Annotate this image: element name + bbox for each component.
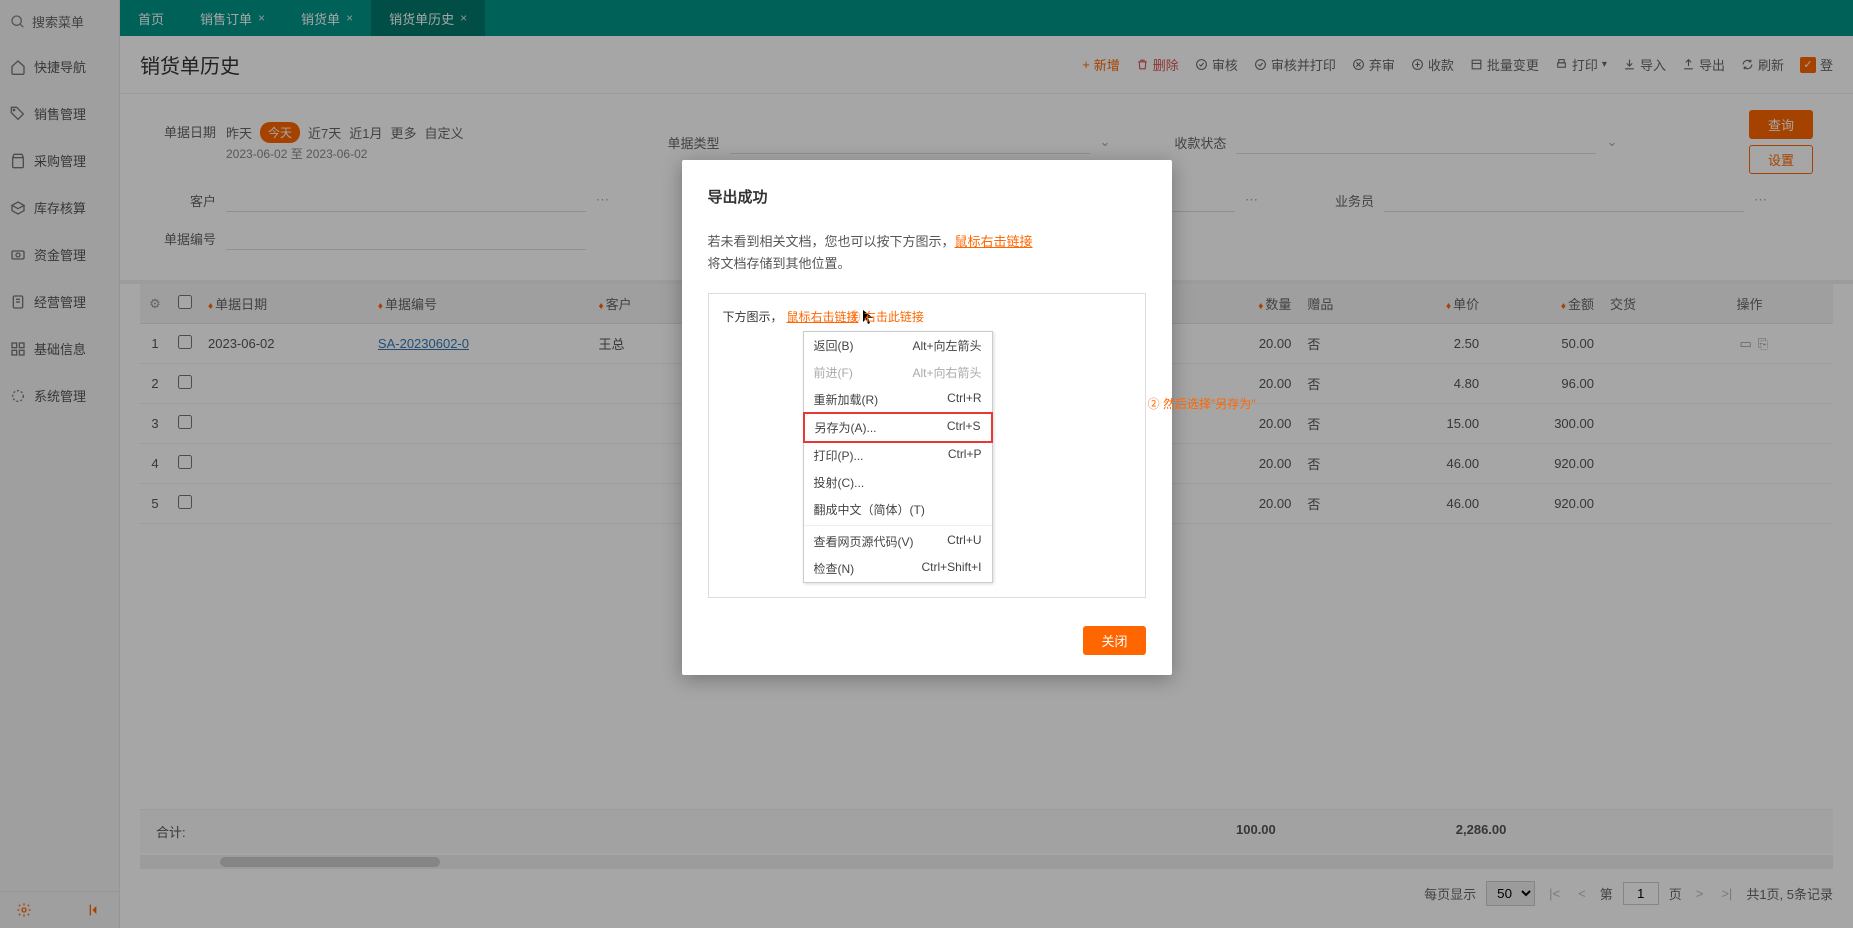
ctx-item: 翻成中文（简体）(T) — [804, 496, 992, 523]
annotation-1: ① 右击此链接 — [849, 308, 924, 325]
annotation-2: ② 然后选择"另存为" — [1148, 395, 1256, 412]
modal-overlay: 导出成功 若未看到相关文档，您也可以按下方图示，鼠标右击链接 将文档存储到其他位… — [0, 0, 1853, 928]
ctx-item: 前进(F)Alt+向右箭头 — [804, 359, 992, 386]
ctx-item: 返回(B)Alt+向左箭头 — [804, 332, 992, 359]
ctx-item: 另存为(A)...Ctrl+S — [803, 412, 993, 443]
ctx-item: 检查(N)Ctrl+Shift+I — [804, 555, 992, 582]
context-menu-sample: 返回(B)Alt+向左箭头前进(F)Alt+向右箭头重新加载(R)Ctrl+R另… — [803, 331, 993, 583]
instruction-box: 下方图示，鼠标右击链接 ① 右击此链接 返回(B)Alt+向左箭头前进(F)Al… — [708, 293, 1146, 598]
close-button[interactable]: 关闭 — [1083, 626, 1145, 655]
dialog-text-part: 将文档存储到其他位置。 — [708, 256, 851, 271]
ctx-item: 打印(P)...Ctrl+P — [804, 442, 992, 469]
ctx-item: 查看网页源代码(V)Ctrl+U — [804, 528, 992, 555]
right-click-link[interactable]: 鼠标右击链接 — [955, 234, 1033, 249]
instruction-label: 下方图示， — [723, 308, 783, 325]
ctx-item: 重新加载(R)Ctrl+R — [804, 386, 992, 413]
dialog-text-part: 若未看到相关文档，您也可以按下方图示， — [708, 234, 955, 249]
dialog-title: 导出成功 — [708, 186, 1146, 207]
export-success-dialog: 导出成功 若未看到相关文档，您也可以按下方图示，鼠标右击链接 将文档存储到其他位… — [682, 160, 1172, 675]
dialog-text: 若未看到相关文档，您也可以按下方图示，鼠标右击链接 将文档存储到其他位置。 — [708, 231, 1146, 275]
ctx-item: 投射(C)... — [804, 469, 992, 496]
